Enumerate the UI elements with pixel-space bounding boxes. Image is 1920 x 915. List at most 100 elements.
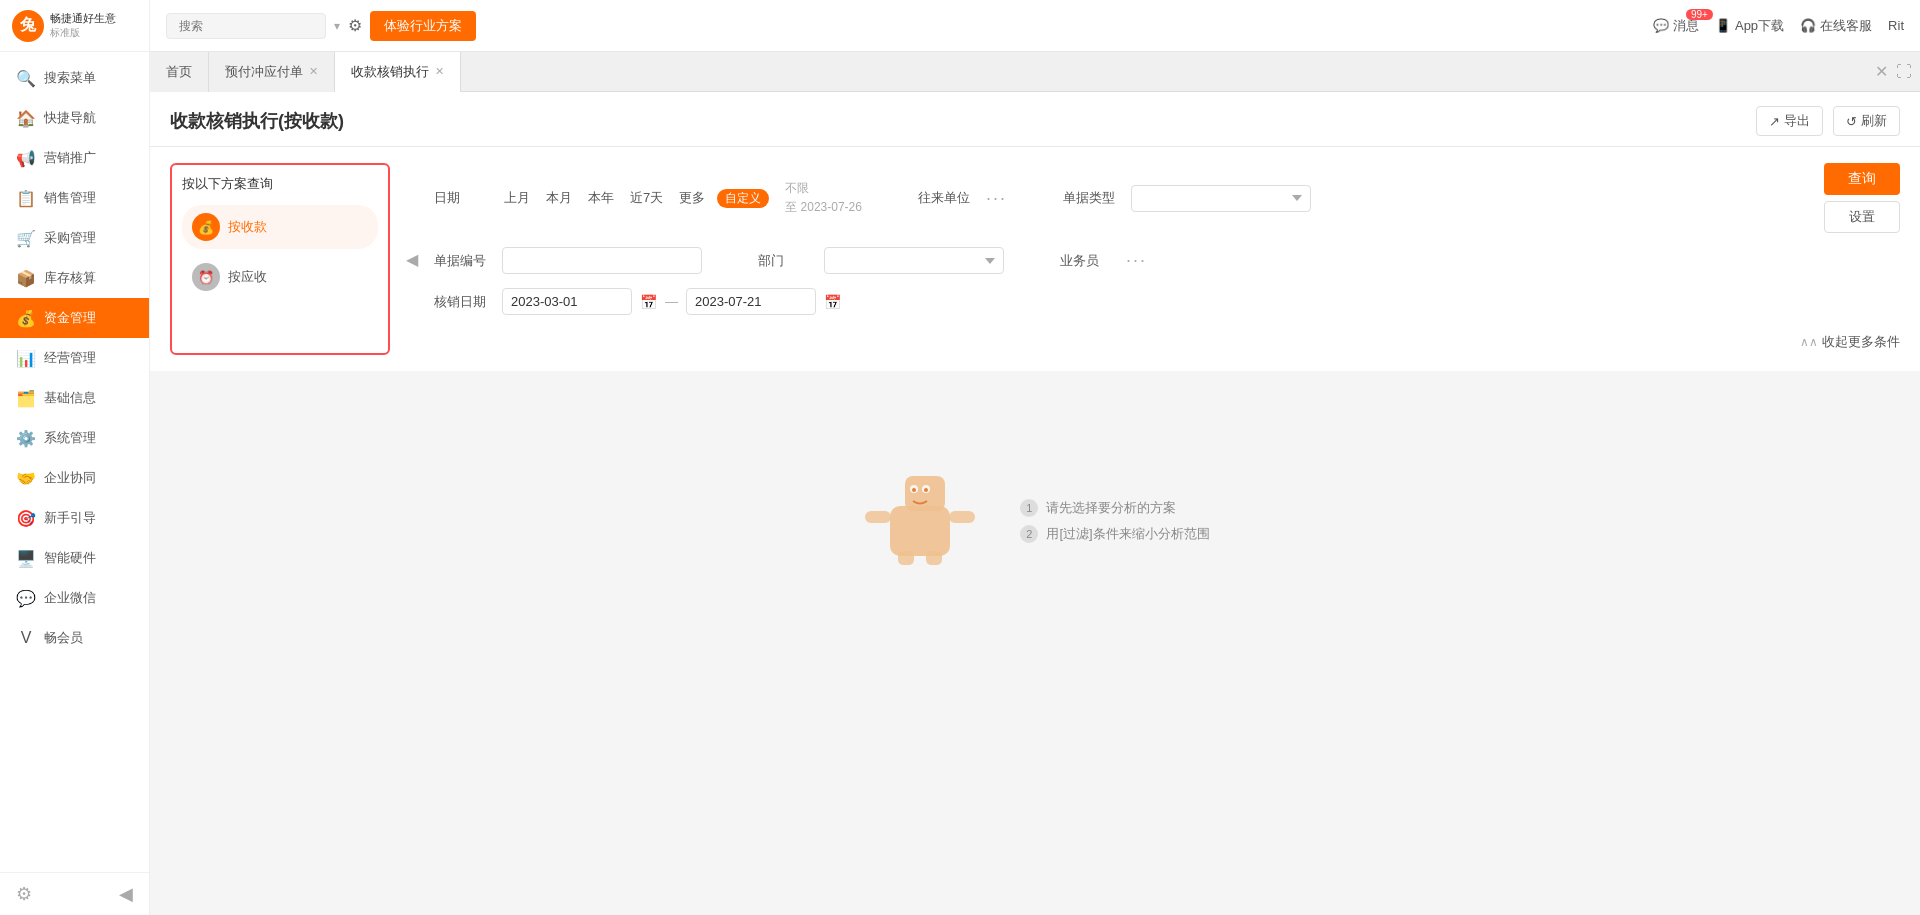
guide-icon: 🎯 [16, 508, 36, 528]
dropdown-arrow-icon[interactable]: ▾ [334, 19, 340, 33]
date-custom-badge[interactable]: 自定义 [717, 189, 769, 208]
basic-label: 基础信息 [44, 389, 96, 407]
verify-date-start-calendar-icon[interactable]: 📅 [640, 294, 657, 310]
doc-type-select[interactable] [1131, 185, 1311, 212]
refresh-btn[interactable]: ↺ 刷新 [1833, 106, 1900, 136]
salesperson-dots[interactable]: ··· [1126, 250, 1147, 271]
export-label: 导出 [1784, 112, 1810, 130]
message-btn[interactable]: 💬 消息 99+ [1653, 17, 1699, 35]
settings-icon[interactable]: ⚙ [16, 883, 32, 905]
verify-date-label: 核销日期 [434, 293, 486, 311]
tab-prepay-close-icon[interactable]: ✕ [309, 65, 318, 78]
topbar-right: 💬 消息 99+ 📱 App下载 🎧 在线客服 Rit [1653, 17, 1904, 35]
date-this-year[interactable]: 本年 [584, 187, 618, 209]
page-actions: ↗ 导出 ↺ 刷新 [1756, 106, 1900, 136]
sidebar-item-enterprise[interactable]: 🤝企业协同 [0, 458, 149, 498]
guide-label: 新手引导 [44, 509, 96, 527]
doc-type-label: 单据类型 [1063, 189, 1115, 207]
purchase-label: 采购管理 [44, 229, 96, 247]
svg-rect-7 [949, 511, 975, 523]
logo-sub: 标准版 [50, 26, 116, 40]
filter-area: 按以下方案查询 💰 按收款 ⏰ 按应收 ◀ 日期 上月 本月 [150, 147, 1920, 371]
tab-receipt-verify[interactable]: 收款核销执行 ✕ [335, 52, 461, 92]
collapse-sidebar-icon[interactable]: ◀ [119, 883, 133, 905]
dept-select[interactable] [824, 247, 1004, 274]
gear-icon[interactable]: ⚙ [348, 16, 362, 35]
collapse-more-btn[interactable]: ∧∧ 收起更多条件 [434, 329, 1900, 355]
sidebar-item-basic[interactable]: 🗂️基础信息 [0, 378, 149, 418]
partner-select-dots[interactable]: ··· [986, 188, 1007, 209]
empty-hint-1-text: 请先选择要分析的方案 [1046, 499, 1176, 517]
app-label: App下载 [1735, 17, 1784, 35]
logo-area: 兔 畅捷通好生意 标准版 [0, 0, 149, 52]
user-name[interactable]: Rit [1888, 18, 1904, 33]
sidebar-item-marketing[interactable]: 📢 营销推广 [0, 138, 149, 178]
tab-home-label: 首页 [166, 63, 192, 81]
export-btn[interactable]: ↗ 导出 [1756, 106, 1823, 136]
sales-label: 销售管理 [44, 189, 96, 207]
filter-collapse-btn[interactable]: ◀ [406, 163, 418, 355]
tabs-actions: ✕ ⛶ [1875, 62, 1920, 81]
sales-icon: 📋 [16, 188, 36, 208]
filter-option-by-receipt[interactable]: 💰 按收款 [182, 205, 378, 249]
verify-date-end-input[interactable] [686, 288, 816, 315]
sidebar-item-search[interactable]: 🔍搜索菜单 [0, 58, 149, 98]
sidebar-item-system[interactable]: ⚙️系统管理 [0, 418, 149, 458]
date-this-month[interactable]: 本月 [542, 187, 576, 209]
verify-date-end-calendar-icon[interactable]: 📅 [824, 294, 841, 310]
sidebar-item-guide[interactable]: 🎯 新手引导 [0, 498, 149, 538]
tab-receipt-verify-close-icon[interactable]: ✕ [435, 65, 444, 78]
search-input[interactable] [166, 13, 326, 39]
logo-text: 畅捷通好生意 [50, 11, 116, 25]
marketing-icon: 📢 [16, 148, 36, 168]
date-more[interactable]: 更多 [675, 187, 709, 209]
sidebar-item-member[interactable]: V畅会员 [0, 618, 149, 658]
system-icon: ⚙️ [16, 428, 36, 448]
doc-no-input[interactable] [502, 247, 702, 274]
date-no-limit-text: 不限 [785, 180, 862, 197]
sidebar-item-sales[interactable]: 📋 销售管理 [0, 178, 149, 218]
app-download-btn[interactable]: 📱 App下载 [1715, 17, 1784, 35]
sidebar-item-operations[interactable]: 📊经营管理 [0, 338, 149, 378]
tab-home[interactable]: 首页 [150, 52, 209, 92]
query-btn[interactable]: 查询 [1824, 163, 1900, 195]
hardware-icon: 🖥️ [16, 548, 36, 568]
tab-prepay[interactable]: 预付冲应付单 ✕ [209, 52, 335, 92]
sidebar: 兔 畅捷通好生意 标准版 🔍搜索菜单🏠快捷导航 📢 营销推广 📋 销售管理 🛒采购管理📦库… [0, 0, 150, 915]
sidebar-item-inventory[interactable]: 📦库存核算 [0, 258, 149, 298]
enterprise-label: 企业协同 [44, 469, 96, 487]
industry-btn[interactable]: 体验行业方案 [370, 11, 476, 41]
maximize-tab-icon[interactable]: ⛶ [1896, 63, 1912, 81]
sidebar-item-finance[interactable]: 💰资金管理 [0, 298, 149, 338]
hint-num-1: 1 [1020, 499, 1038, 517]
empty-robot-illustration [860, 451, 980, 571]
marketing-label: 营销推广 [44, 149, 96, 167]
by-receipt-icon: 💰 [192, 213, 220, 241]
setting-btn[interactable]: 设置 [1824, 201, 1900, 233]
by-receivable-label: 按应收 [228, 268, 267, 286]
sidebar-item-wechat[interactable]: 💬企业微信 [0, 578, 149, 618]
close-tab-icon[interactable]: ✕ [1875, 62, 1888, 81]
service-label: 在线客服 [1820, 17, 1872, 35]
refresh-label: 刷新 [1861, 112, 1887, 130]
salesperson-label: 业务员 [1060, 252, 1110, 270]
date-last-month[interactable]: 上月 [500, 187, 534, 209]
tab-bar: 首页 预付冲应付单 ✕ 收款核销执行 ✕ ✕ ⛶ [150, 52, 1920, 92]
filter-option-by-receivable[interactable]: ⏰ 按应收 [182, 255, 378, 299]
svg-point-5 [924, 488, 928, 492]
empty-state: 1 请先选择要分析的方案 2 用[过滤]条件来缩小分析范围 [150, 371, 1920, 671]
online-service-btn[interactable]: 🎧 在线客服 [1800, 17, 1872, 35]
verify-date-start-input[interactable] [502, 288, 632, 315]
date-shortcuts: 上月 本月 本年 近7天 更多 自定义 [500, 187, 769, 209]
svg-rect-0 [890, 506, 950, 556]
sidebar-item-purchase[interactable]: 🛒采购管理 [0, 218, 149, 258]
inventory-icon: 📦 [16, 268, 36, 288]
collapse-more-label: 收起更多条件 [1822, 333, 1900, 351]
sidebar-item-hardware[interactable]: 🖥️智能硬件 [0, 538, 149, 578]
sidebar-item-quicknav[interactable]: 🏠快捷导航 [0, 98, 149, 138]
page-header: 收款核销执行(按收款) ↗ 导出 ↺ 刷新 [150, 92, 1920, 147]
topbar: ▾ ⚙ 体验行业方案 💬 消息 99+ 📱 App下载 🎧 在线客服 Rit [150, 0, 1920, 52]
date-7days[interactable]: 近7天 [626, 187, 667, 209]
sidebar-nav: 🔍搜索菜单🏠快捷导航 📢 营销推广 📋 销售管理 🛒采购管理📦库存核算💰资金管理📊经营管理… [0, 52, 149, 872]
export-icon: ↗ [1769, 114, 1780, 129]
